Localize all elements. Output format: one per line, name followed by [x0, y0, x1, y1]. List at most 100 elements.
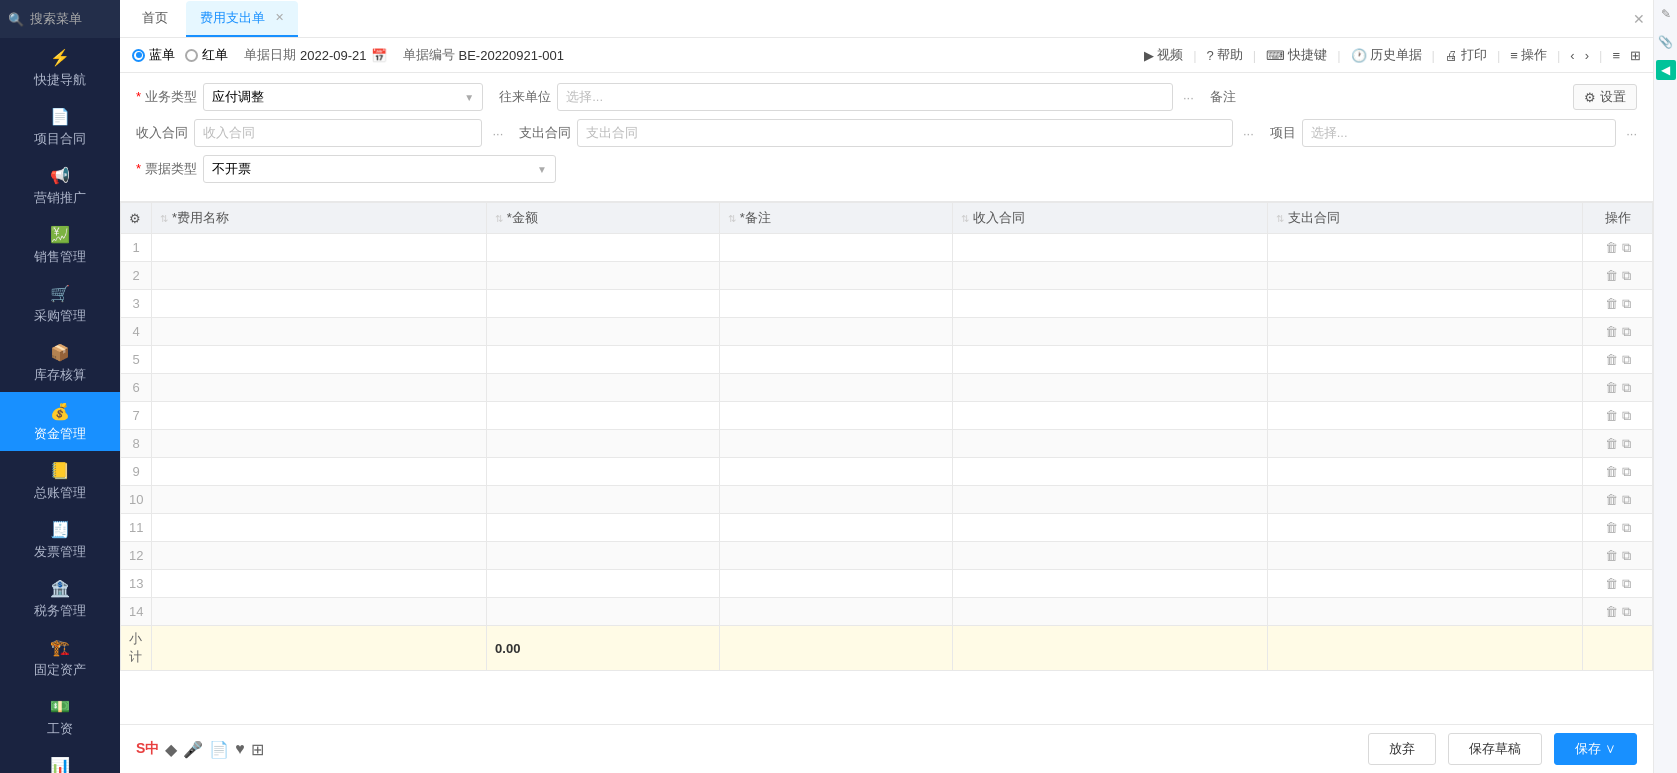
delete-row-button[interactable]: 🗑: [1605, 296, 1618, 311]
copy-row-button[interactable]: ⧉: [1622, 408, 1631, 424]
sidebar-item-sales-mgmt[interactable]: 💹 销售管理: [0, 215, 120, 274]
sidebar-item-ops-mgmt[interactable]: 📊 经营管理: [0, 746, 120, 773]
income-contract-cell[interactable]: [953, 570, 1268, 598]
sidebar-item-purchase-mgmt[interactable]: 🛒 采购管理: [0, 274, 120, 333]
shortcut-button[interactable]: ⌨ 快捷键: [1266, 46, 1327, 64]
copy-row-button[interactable]: ⧉: [1622, 464, 1631, 480]
tab-home[interactable]: 首页: [128, 1, 182, 37]
income-contract-cell[interactable]: [953, 262, 1268, 290]
tab-close-expense-bill[interactable]: ✕: [275, 11, 284, 24]
amount-cell[interactable]: [487, 262, 720, 290]
note-cell[interactable]: [720, 598, 953, 626]
expense-name-cell[interactable]: [152, 318, 487, 346]
help-button[interactable]: ? 帮助: [1207, 46, 1243, 64]
amount-cell[interactable]: [487, 318, 720, 346]
amount-cell[interactable]: [487, 290, 720, 318]
income-contract-cell[interactable]: [953, 598, 1268, 626]
sidebar-item-marketing[interactable]: 📢 营销推广: [0, 156, 120, 215]
expense-contract-column-header[interactable]: ⇅ 支出合同: [1268, 203, 1583, 234]
note-cell[interactable]: [720, 542, 953, 570]
delete-row-button[interactable]: 🗑: [1605, 492, 1618, 507]
save-draft-button[interactable]: 保存草稿: [1448, 733, 1542, 765]
note-cell[interactable]: [720, 514, 953, 542]
note-cell[interactable]: [720, 486, 953, 514]
note-cell[interactable]: [720, 318, 953, 346]
tab-expense-bill[interactable]: 费用支出单✕: [186, 1, 298, 37]
delete-row-button[interactable]: 🗑: [1605, 352, 1618, 367]
income-contract-cell[interactable]: [953, 486, 1268, 514]
list-view-button[interactable]: ≡: [1612, 48, 1620, 63]
amount-cell[interactable]: [487, 402, 720, 430]
delete-row-button[interactable]: 🗑: [1605, 324, 1618, 339]
note-cell[interactable]: [720, 374, 953, 402]
expense-contract-cell[interactable]: [1268, 374, 1583, 402]
income-contract-cell[interactable]: [953, 318, 1268, 346]
blue-bill-radio[interactable]: 蓝单: [132, 46, 175, 64]
amount-cell[interactable]: [487, 542, 720, 570]
nav-right-button[interactable]: ›: [1585, 48, 1589, 63]
expense-contract-cell[interactable]: [1268, 570, 1583, 598]
expense-name-column-header[interactable]: ⇅ *费用名称: [152, 203, 487, 234]
income-contract-cell[interactable]: [953, 514, 1268, 542]
copy-row-button[interactable]: ⧉: [1622, 296, 1631, 312]
settings-button[interactable]: ⚙ 设置: [1573, 84, 1637, 110]
note-cell[interactable]: [720, 430, 953, 458]
invoice-type-dropdown[interactable]: 不开票 ▼: [203, 155, 556, 183]
project-more-icon[interactable]: ···: [1626, 126, 1637, 141]
amount-cell[interactable]: [487, 598, 720, 626]
copy-row-button[interactable]: ⧉: [1622, 240, 1631, 256]
copy-row-button[interactable]: ⧉: [1622, 436, 1631, 452]
counterpart-more-icon[interactable]: ···: [1183, 90, 1194, 105]
grid-icon[interactable]: ⊞: [251, 740, 264, 759]
expense-name-cell[interactable]: [152, 402, 487, 430]
income-contract-cell[interactable]: [953, 374, 1268, 402]
operations-button[interactable]: ≡ 操作: [1510, 46, 1547, 64]
delete-row-button[interactable]: 🗑: [1605, 604, 1618, 619]
sidebar-item-invoice-mgmt[interactable]: 🧾 发票管理: [0, 510, 120, 569]
amount-cell[interactable]: [487, 374, 720, 402]
sidebar-item-tax-mgmt[interactable]: 🏦 税务管理: [0, 569, 120, 628]
calendar-icon[interactable]: 📅: [371, 48, 387, 63]
expense-contract-cell[interactable]: [1268, 318, 1583, 346]
date-value[interactable]: 2022-09-21: [300, 48, 367, 63]
print-button[interactable]: 🖨 打印: [1445, 46, 1487, 64]
expense-contract-cell[interactable]: [1268, 486, 1583, 514]
project-input[interactable]: 选择...: [1302, 119, 1616, 147]
business-type-dropdown[interactable]: 应付调整 ▼: [203, 83, 484, 111]
copy-row-button[interactable]: ⧉: [1622, 324, 1631, 340]
note-cell[interactable]: [720, 262, 953, 290]
expense-contract-input[interactable]: 支出合同: [577, 119, 1233, 147]
save-button[interactable]: 保存 ∨: [1554, 733, 1637, 765]
copy-row-button[interactable]: ⧉: [1622, 520, 1631, 536]
expense-name-cell[interactable]: [152, 374, 487, 402]
grid-view-button[interactable]: ⊞: [1630, 48, 1641, 63]
delete-row-button[interactable]: 🗑: [1605, 464, 1618, 479]
note-cell[interactable]: [720, 402, 953, 430]
income-contract-cell[interactable]: [953, 234, 1268, 262]
sidebar-item-ledger-mgmt[interactable]: 📒 总账管理: [0, 451, 120, 510]
copy-row-button[interactable]: ⧉: [1622, 380, 1631, 396]
expense-contract-cell[interactable]: [1268, 598, 1583, 626]
amount-cell[interactable]: [487, 570, 720, 598]
copy-row-button[interactable]: ⧉: [1622, 548, 1631, 564]
income-contract-more-icon[interactable]: ···: [492, 126, 503, 141]
copy-row-button[interactable]: ⧉: [1622, 352, 1631, 368]
amount-cell[interactable]: [487, 514, 720, 542]
close-window-button[interactable]: ✕: [1633, 11, 1645, 27]
note-cell[interactable]: [720, 570, 953, 598]
gear-column-header[interactable]: ⚙: [121, 203, 152, 234]
sidebar-item-wages[interactable]: 💵 工资: [0, 687, 120, 746]
delete-row-button[interactable]: 🗑: [1605, 380, 1618, 395]
expense-contract-cell[interactable]: [1268, 458, 1583, 486]
delete-row-button[interactable]: 🗑: [1605, 520, 1618, 535]
expense-contract-cell[interactable]: [1268, 542, 1583, 570]
copy-row-button[interactable]: ⧉: [1622, 492, 1631, 508]
sidebar-item-inventory[interactable]: 📦 库存核算: [0, 333, 120, 392]
amount-cell[interactable]: [487, 346, 720, 374]
copy-row-button[interactable]: ⧉: [1622, 268, 1631, 284]
expense-contract-cell[interactable]: [1268, 262, 1583, 290]
delete-row-button[interactable]: 🗑: [1605, 436, 1618, 451]
diamond-icon[interactable]: ◆: [165, 740, 177, 759]
right-panel-green-button[interactable]: ◀: [1656, 60, 1676, 80]
delete-row-button[interactable]: 🗑: [1605, 548, 1618, 563]
